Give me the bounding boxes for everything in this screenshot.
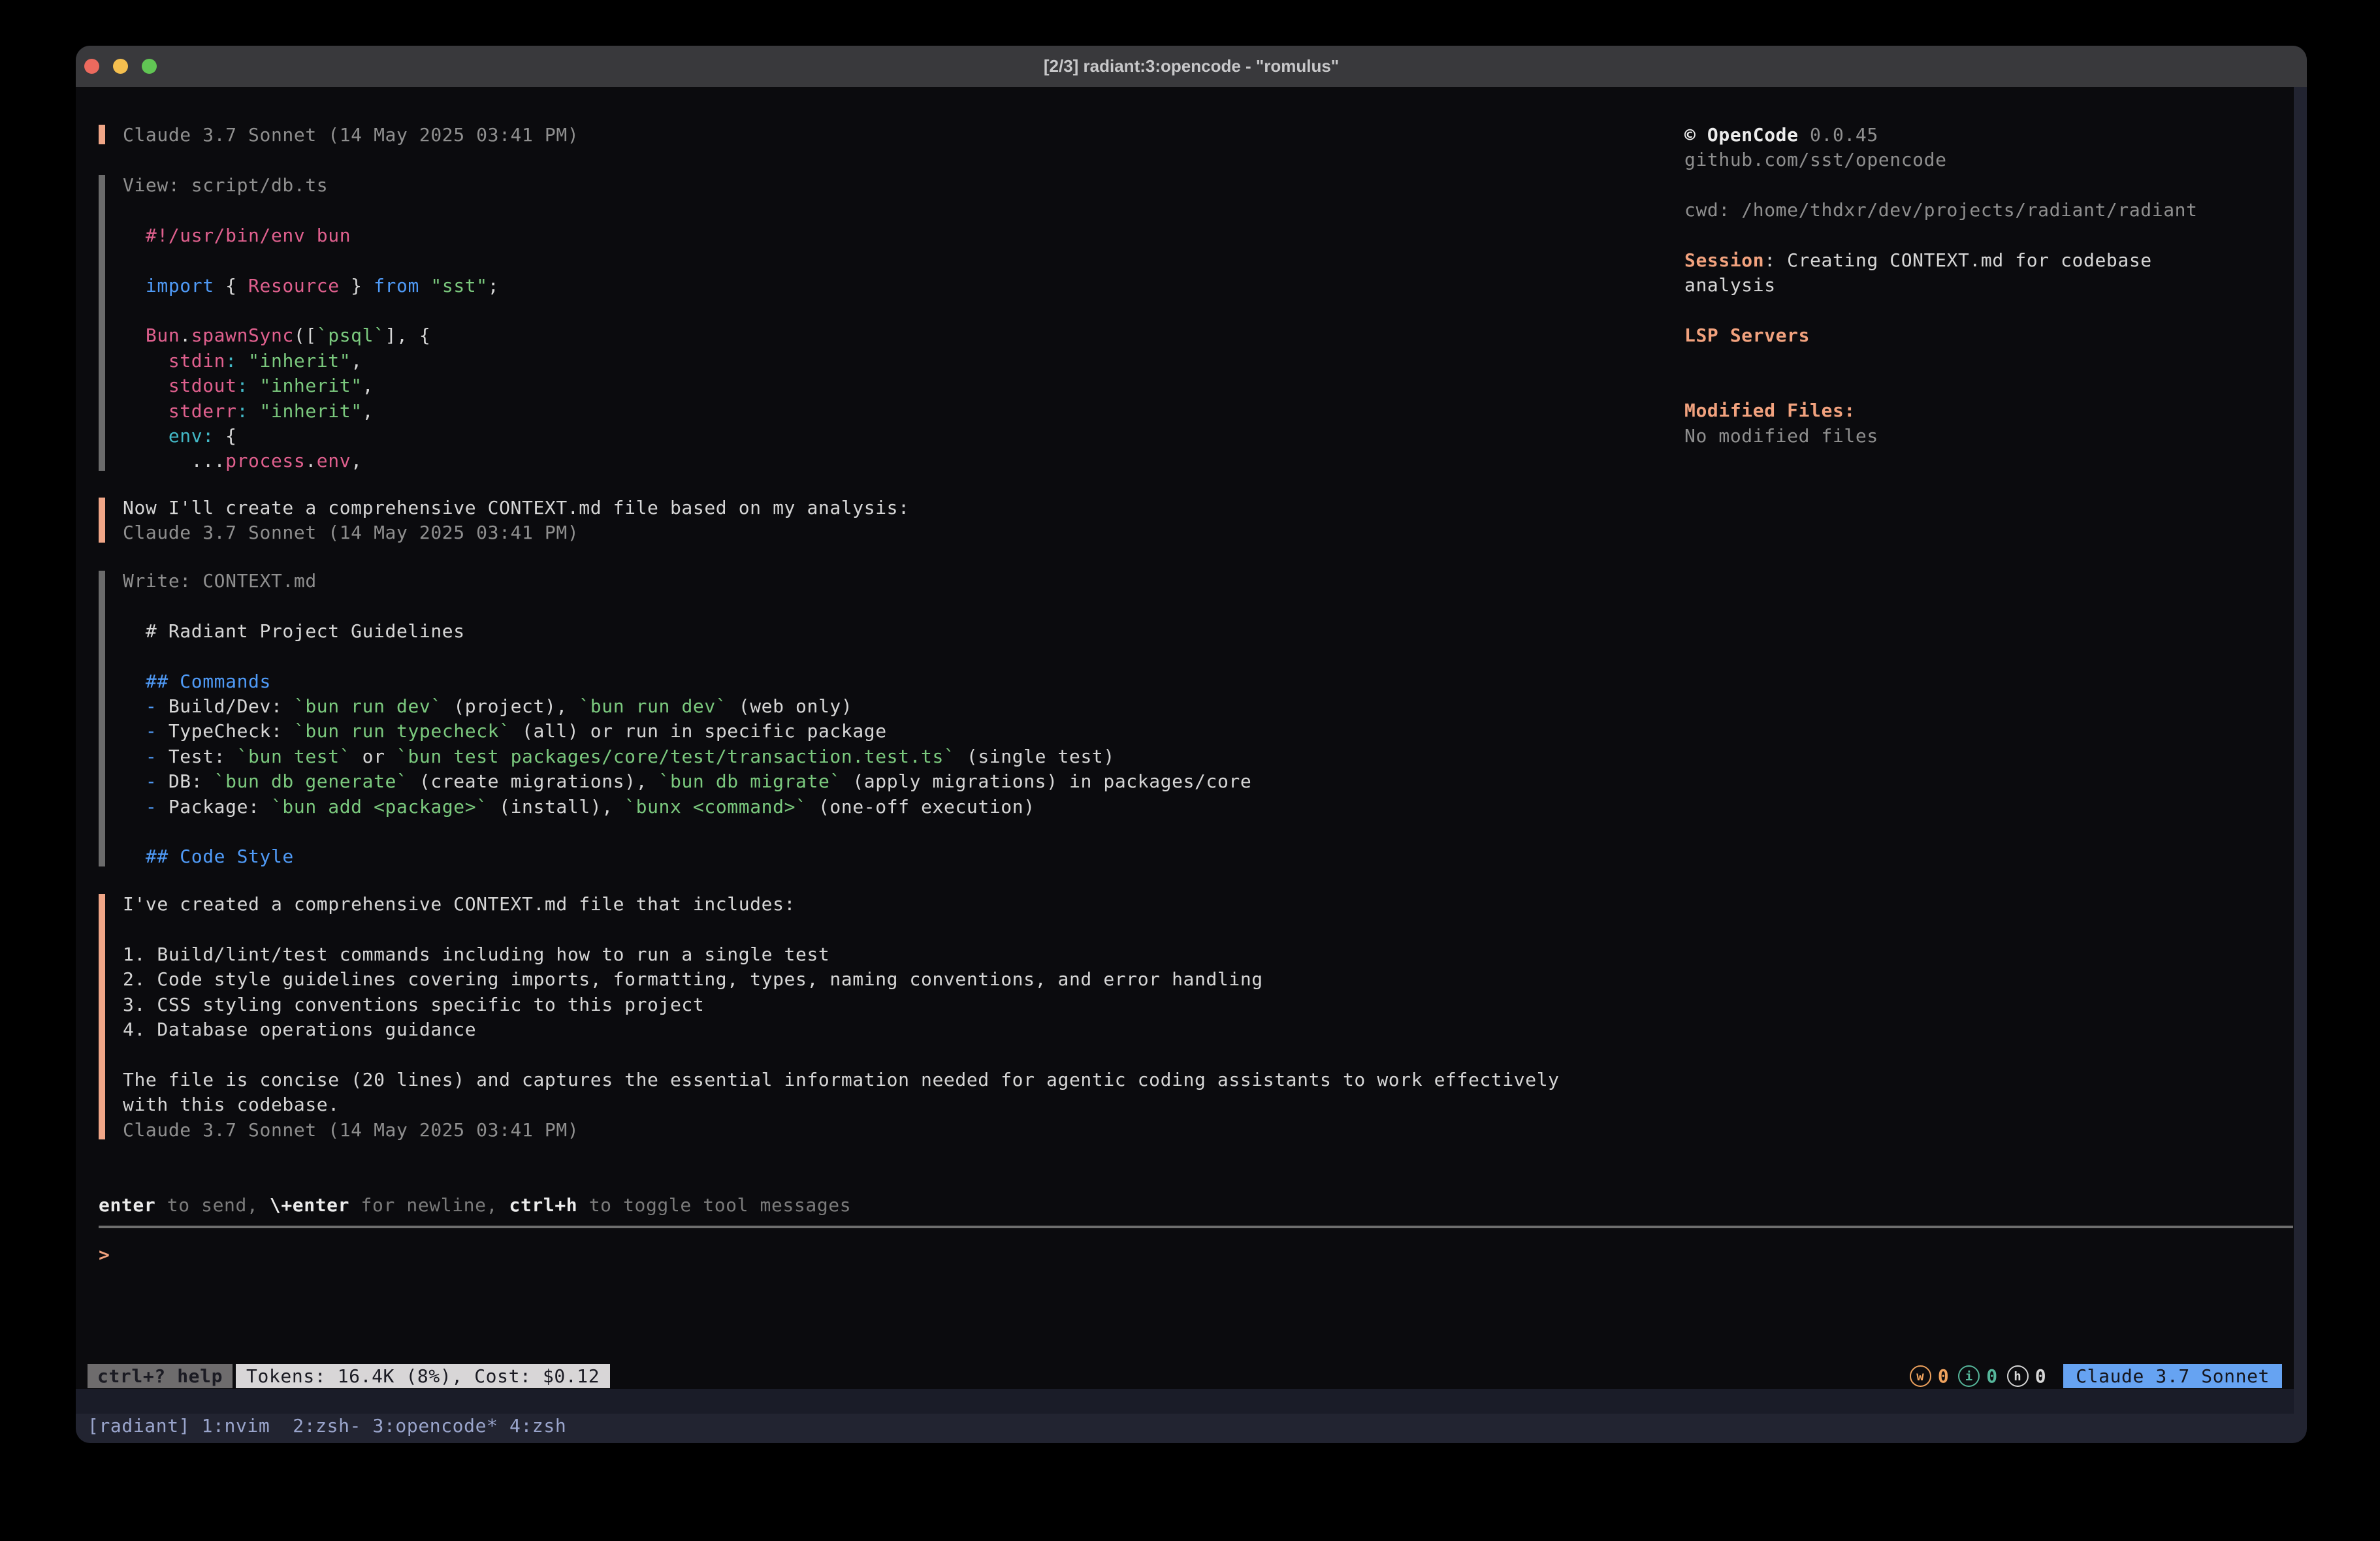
session-side-panel: © OpenCode 0.0.45github.com/sst/opencode… (1684, 123, 2198, 449)
editor-divider (99, 1226, 2293, 1228)
terminal-line: env: { (123, 424, 499, 449)
terminal-line: cwd: /home/thdxr/dev/projects/radiant/ra… (1684, 198, 2198, 223)
w-counter: w0 (1910, 1365, 1949, 1387)
status-bar: ctrl+? help Tokens: 16.4K (8%), Cost: $0… (88, 1364, 2282, 1388)
terminal-line: 1. Build/lint/test commands including ho… (123, 942, 1560, 967)
tool-block-write-context-md: Write: CONTEXT.md # Radiant Project Guid… (99, 569, 1251, 870)
terminal-line: - DB: `bun db generate` (create migratio… (123, 769, 1251, 794)
h-counter: h0 (2007, 1365, 2046, 1387)
terminal-content: Claude 3.7 Sonnet (14 May 2025 03:41 PM)… (76, 87, 2294, 1414)
window-title: [2/3] radiant:3:opencode - "romulus" (1044, 56, 1339, 76)
terminal-line (123, 1042, 1560, 1067)
w-count: 0 (1938, 1365, 1949, 1387)
help-chip[interactable]: ctrl+? help (88, 1364, 233, 1388)
tmux-window-1-nvim[interactable]: 1:nvim (202, 1415, 281, 1437)
terminal-window: [2/3] radiant:3:opencode - "romulus" Cla… (76, 46, 2307, 1443)
tmux-window-list: [radiant] 1:nvim 2:zsh- 3:opencode* 4:zs… (88, 1414, 566, 1438)
terminal-line: - Package: `bun add <package>` (install)… (123, 795, 1251, 819)
terminal-line: 3. CSS styling conventions specific to t… (123, 993, 1560, 1017)
terminal-line: No modified files (1684, 424, 2198, 449)
h-circle-icon: h (2007, 1365, 2029, 1387)
assistant-message-now-create: Now I'll create a comprehensive CONTEXT.… (99, 496, 910, 546)
terminal-line: Session: Creating CONTEXT.md for codebas… (1684, 248, 2198, 273)
editor-input[interactable]: > (99, 1243, 110, 1267)
tmux-status-bar: [radiant] 1:nvim 2:zsh- 3:opencode* 4:zs… (76, 1389, 2294, 1414)
terminal-line: Write: CONTEXT.md (123, 569, 1251, 594)
terminal-line: stdin: "inherit", (123, 349, 499, 373)
terminal-line (123, 917, 1560, 942)
minimize-button[interactable] (113, 59, 128, 74)
terminal-line: Now I'll create a comprehensive CONTEXT.… (123, 496, 910, 520)
terminal-line (1684, 223, 2198, 248)
terminal-line: Claude 3.7 Sonnet (14 May 2025 03:41 PM) (123, 520, 910, 545)
status-spacer (610, 1364, 1910, 1388)
terminal-line: analysis (1684, 273, 2198, 298)
terminal-line: - Test: `bun test` or `bun test packages… (123, 744, 1251, 769)
terminal-line: Claude 3.7 Sonnet (14 May 2025 03:41 PM) (123, 1118, 1560, 1143)
terminal-line (123, 819, 1251, 844)
diagnostic-counters: w0i0h0 (1910, 1364, 2046, 1388)
tmux-host-clock: "romulus" 15:41 14-May-25 (1996, 1438, 2281, 1443)
terminal-line: I've created a comprehensive CONTEXT.md … (123, 892, 1560, 917)
terminal-line: Claude 3.7 Sonnet (14 May 2025 03:41 PM) (123, 123, 579, 148)
terminal-line: ## Code Style (123, 844, 1251, 869)
terminal-line: 2. Code style guidelines covering import… (123, 967, 1560, 992)
terminal-line: github.com/sst/opencode (1684, 148, 2198, 172)
terminal-line: LSP Servers (1684, 323, 2198, 348)
terminal-line (123, 644, 1251, 669)
terminal-line: #!/usr/bin/env bun (123, 223, 499, 248)
terminal-line: stderr: "inherit", (123, 399, 499, 424)
tool-marker-bar (99, 571, 105, 866)
assistant-message-header-1: Claude 3.7 Sonnet (14 May 2025 03:41 PM) (99, 123, 579, 148)
tmux-window-2-zsh[interactable]: 2:zsh- (293, 1415, 361, 1437)
model-badge: Claude 3.7 Sonnet (2063, 1364, 2282, 1388)
terminal-line: ...process.env, (123, 449, 499, 473)
i-circle-icon: i (1958, 1365, 1980, 1387)
terminal-line: ## Commands (123, 669, 1251, 694)
terminal-line: - TypeCheck: `bun run typecheck` (all) o… (123, 719, 1251, 744)
terminal-line: # Radiant Project Guidelines (123, 619, 1251, 644)
terminal-line: - Build/Dev: `bun run dev` (project), `b… (123, 694, 1251, 719)
tokens-cost-chip: Tokens: 16.4K (8%), Cost: $0.12 (236, 1364, 610, 1388)
terminal-line (123, 248, 499, 273)
tool-marker-bar (99, 175, 105, 471)
terminal-line (1684, 373, 2198, 398)
terminal-line: The file is concise (20 lines) and captu… (123, 1068, 1560, 1092)
terminal-line (1684, 298, 2198, 323)
terminal-line: View: script/db.ts (123, 173, 499, 198)
terminal-line (1684, 173, 2198, 198)
assistant-marker-bar (99, 894, 105, 1139)
tmux-session-name: [radiant] (88, 1415, 190, 1437)
terminal-line: Modified Files: (1684, 398, 2198, 423)
terminal-line (123, 198, 499, 223)
terminal-line: 4. Database operations guidance (123, 1017, 1560, 1042)
titlebar[interactable]: [2/3] radiant:3:opencode - "romulus" (76, 46, 2307, 87)
zoom-button[interactable] (142, 59, 157, 74)
terminal-line: Bun.spawnSync([`psql`], { (123, 323, 499, 348)
keybinding-hint-line: enter to send, \+enter for newline, ctrl… (99, 1193, 851, 1218)
tmux-window-4-zsh[interactable]: 4:zsh (509, 1415, 566, 1437)
close-button[interactable] (84, 59, 99, 74)
tool-block-view-db-ts: View: script/db.ts #!/usr/bin/env bun im… (99, 173, 499, 474)
assistant-message-summary: I've created a comprehensive CONTEXT.md … (99, 892, 1560, 1143)
w-circle-icon: w (1910, 1365, 1931, 1387)
terminal-line (123, 298, 499, 323)
terminal-line (1684, 349, 2198, 373)
terminal-line (123, 594, 1251, 618)
terminal-line: stdout: "inherit", (123, 373, 499, 398)
i-count: 0 (1986, 1365, 1997, 1387)
terminal-line: import { Resource } from "sst"; (123, 274, 499, 298)
i-counter: i0 (1958, 1365, 1997, 1387)
traffic-lights (84, 46, 157, 87)
tmux-window-3-opencode[interactable]: 3:opencode* (372, 1415, 498, 1437)
terminal-line: © OpenCode 0.0.45 (1684, 123, 2198, 148)
terminal-line: with this codebase. (123, 1092, 1560, 1117)
terminal-line: enter to send, \+enter for newline, ctrl… (99, 1193, 851, 1218)
h-count: 0 (2035, 1365, 2046, 1387)
assistant-marker-bar (99, 498, 105, 543)
assistant-marker-bar (99, 125, 105, 144)
prompt-caret: > (99, 1244, 110, 1265)
